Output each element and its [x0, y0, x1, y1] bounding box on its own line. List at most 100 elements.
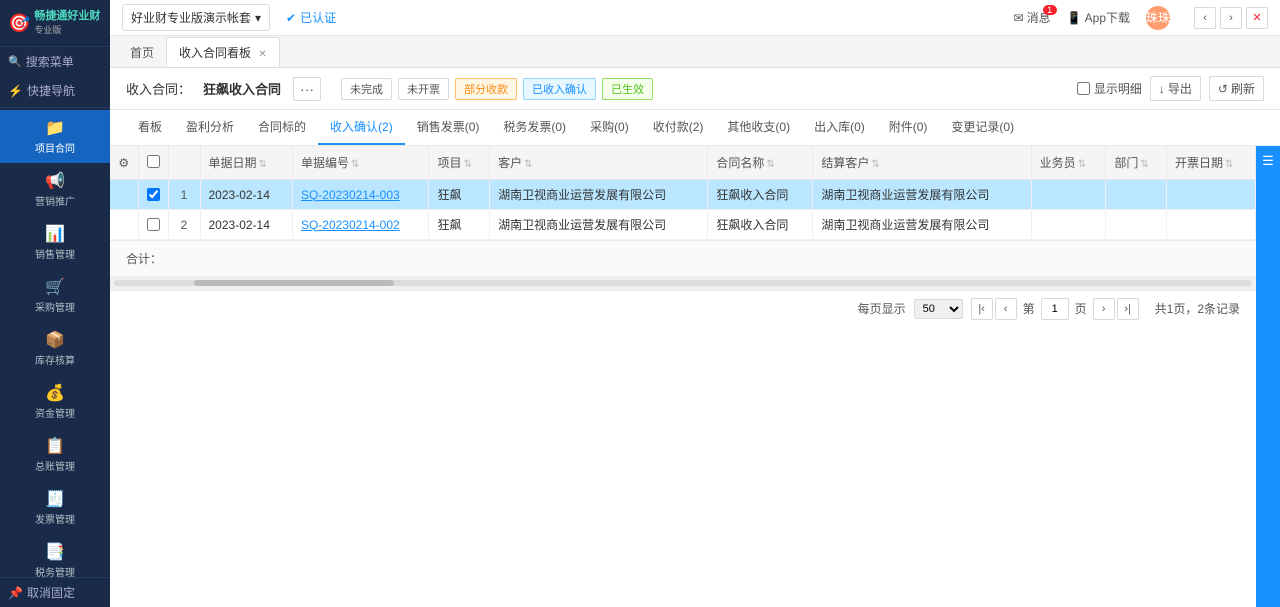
phone-icon: 📱: [1067, 11, 1082, 25]
sidebar-label-marketing: 营销推广: [35, 193, 75, 208]
first-page-button[interactable]: |‹: [971, 298, 993, 320]
td-check-2[interactable]: [138, 210, 168, 240]
sidebar-item-invoice[interactable]: 🧾 发票管理: [0, 481, 110, 534]
subtab-change-log[interactable]: 变更记录(0): [939, 110, 1026, 145]
subtab-purchase[interactable]: 采购(0): [578, 110, 641, 145]
td-check-1[interactable]: [138, 180, 168, 210]
status-incomplete[interactable]: 未完成: [341, 78, 392, 100]
tab-home[interactable]: 首页: [118, 38, 166, 67]
subtab-income-confirm[interactable]: 收入确认(2): [318, 110, 405, 145]
per-page-select[interactable]: 50 20 100: [914, 299, 963, 319]
more-button[interactable]: ···: [293, 77, 321, 101]
verified-badge: ✔ 已认证: [286, 9, 336, 26]
window-forward-button[interactable]: ›: [1220, 7, 1242, 29]
settings-icon[interactable]: ⚙: [118, 156, 129, 170]
col-customer-header[interactable]: 客户⇅: [490, 146, 708, 180]
scrollbar-thumb[interactable]: [194, 280, 394, 286]
subtab-bar: 看板 盈利分析 合同标的 收入确认(2) 销售发票(0) 税务发票(0) 采购(…: [110, 110, 1280, 146]
subtab-attachment[interactable]: 附件(0): [877, 110, 940, 145]
detail-checkbox[interactable]: [1077, 82, 1090, 95]
code-link-1[interactable]: SQ-20230214-003: [301, 188, 400, 202]
status-effective[interactable]: 已生效: [602, 78, 653, 100]
tab-close-icon[interactable]: ✕: [258, 49, 266, 60]
fund-icon: 💰: [45, 383, 65, 403]
nav-divider: [0, 107, 110, 108]
sidebar-quick-nav[interactable]: ⚡ 快捷导航: [0, 76, 110, 105]
sidebar-search[interactable]: 🔍 搜索菜单: [0, 47, 110, 76]
subtab-board[interactable]: 看板: [126, 110, 174, 145]
contract-title: 狂飙收入合同: [203, 79, 281, 98]
td-customer-2: 湖南卫视商业运营发展有限公司: [490, 210, 708, 240]
col-code-label: 单据编号: [301, 156, 349, 170]
status-partial-receipt[interactable]: 部分收款: [455, 78, 517, 100]
td-code-2[interactable]: SQ-20230214-002: [292, 210, 429, 240]
app-download-button[interactable]: 📱 App下载: [1067, 9, 1130, 26]
user-avatar-button[interactable]: 珠珠: [1146, 6, 1170, 30]
prev-page-button[interactable]: ‹: [995, 298, 1017, 320]
col-no-header: [168, 146, 200, 180]
col-opendate-header[interactable]: 开票日期⇅: [1166, 146, 1255, 180]
invoice-icon: 🧾: [45, 489, 65, 509]
status-income-confirmed[interactable]: 已收入确认: [523, 78, 596, 100]
status-uninvoiced[interactable]: 未开票: [398, 78, 449, 100]
col-contract-header[interactable]: 合同名称⇅: [708, 146, 813, 180]
col-salesman-header[interactable]: 业务员⇅: [1031, 146, 1106, 180]
per-page-label: 每页显示: [858, 300, 906, 317]
sort-icon-5: ⇅: [766, 159, 774, 170]
row-checkbox-1[interactable]: [147, 188, 160, 201]
sidebar-item-marketing[interactable]: 📢 营销推广: [0, 163, 110, 216]
next-page-button[interactable]: ›: [1093, 298, 1115, 320]
sidebar-item-sales[interactable]: 📊 销售管理: [0, 216, 110, 269]
sidebar-label-purchase: 采购管理: [35, 299, 75, 314]
last-page-button[interactable]: ›|: [1117, 298, 1139, 320]
col-dept-header[interactable]: 部门⇅: [1106, 146, 1167, 180]
col-project-header[interactable]: 项目⇅: [429, 146, 490, 180]
col-project-label: 项目: [437, 156, 461, 170]
side-tool-list[interactable]: ☰: [1257, 150, 1279, 172]
message-button[interactable]: ✉ 消息 1: [1014, 9, 1051, 26]
td-settle-1: 湖南卫视商业运营发展有限公司: [813, 180, 1031, 210]
col-settings-header[interactable]: ⚙: [110, 146, 138, 180]
current-page-input[interactable]: [1041, 298, 1069, 320]
subtab-tax-invoice[interactable]: 税务发票(0): [491, 110, 578, 145]
subtab-sales-invoice[interactable]: 销售发票(0): [405, 110, 492, 145]
sidebar-item-ledger[interactable]: 📋 总账管理: [0, 428, 110, 481]
export-button[interactable]: ↓ 导出: [1150, 76, 1201, 101]
td-code-1[interactable]: SQ-20230214-003: [292, 180, 429, 210]
table-row[interactable]: 2 2023-02-14 SQ-20230214-002 狂飙 湖南卫视商业运营…: [110, 210, 1256, 240]
col-check-header[interactable]: [138, 146, 168, 180]
subtab-warehouse[interactable]: 出入库(0): [802, 110, 877, 145]
sidebar-item-purchase[interactable]: 🛒 采购管理: [0, 269, 110, 322]
sidebar-bottom-label: 取消固定: [27, 584, 75, 601]
pagination: 每页显示 50 20 100 |‹ ‹ 第 页 › ›|: [110, 290, 1256, 326]
sidebar-item-fund[interactable]: 💰 资金管理: [0, 375, 110, 428]
refresh-button[interactable]: ↺ 刷新: [1209, 76, 1264, 101]
display-detail-toggle[interactable]: 显示明细: [1077, 76, 1142, 101]
table-row[interactable]: 1 2023-02-14 SQ-20230214-003 狂飙 湖南卫视商业运营…: [110, 180, 1256, 210]
sidebar-bottom[interactable]: 📌 取消固定: [0, 577, 110, 607]
sidebar-item-project[interactable]: 📁 项目合同: [0, 110, 110, 163]
company-selector[interactable]: 好业财专业版演示帐套 ▾: [122, 4, 270, 31]
code-link-2[interactable]: SQ-20230214-002: [301, 218, 400, 232]
window-back-button[interactable]: ‹: [1194, 7, 1216, 29]
horizontal-scrollbar[interactable]: [110, 276, 1256, 290]
window-close-button[interactable]: ✕: [1246, 7, 1268, 29]
subtab-profit[interactable]: 盈利分析: [174, 110, 246, 145]
sidebar-item-tax[interactable]: 📑 税务管理: [0, 534, 110, 577]
logo-icon: 🎯: [8, 13, 30, 34]
col-code-header[interactable]: 单据编号⇅: [292, 146, 429, 180]
subtab-payment[interactable]: 收付款(2): [641, 110, 716, 145]
sidebar-item-inventory[interactable]: 📦 库存核算: [0, 322, 110, 375]
scrollbar-track[interactable]: [114, 280, 1252, 286]
subtab-target[interactable]: 合同标的: [246, 110, 318, 145]
tab-contract-board[interactable]: 收入合同看板 ✕: [166, 37, 280, 67]
sort-icon-8: ⇅: [1140, 159, 1148, 170]
td-opendate-2: [1166, 210, 1255, 240]
td-settings-2: [110, 210, 138, 240]
col-date-header[interactable]: 单据日期⇅: [200, 146, 292, 180]
row-checkbox-2[interactable]: [147, 218, 160, 231]
subtab-other[interactable]: 其他收支(0): [715, 110, 802, 145]
refresh-label: 刷新: [1231, 80, 1255, 97]
select-all-checkbox[interactable]: [147, 155, 160, 168]
col-settle-header[interactable]: 结算客户⇅: [813, 146, 1031, 180]
